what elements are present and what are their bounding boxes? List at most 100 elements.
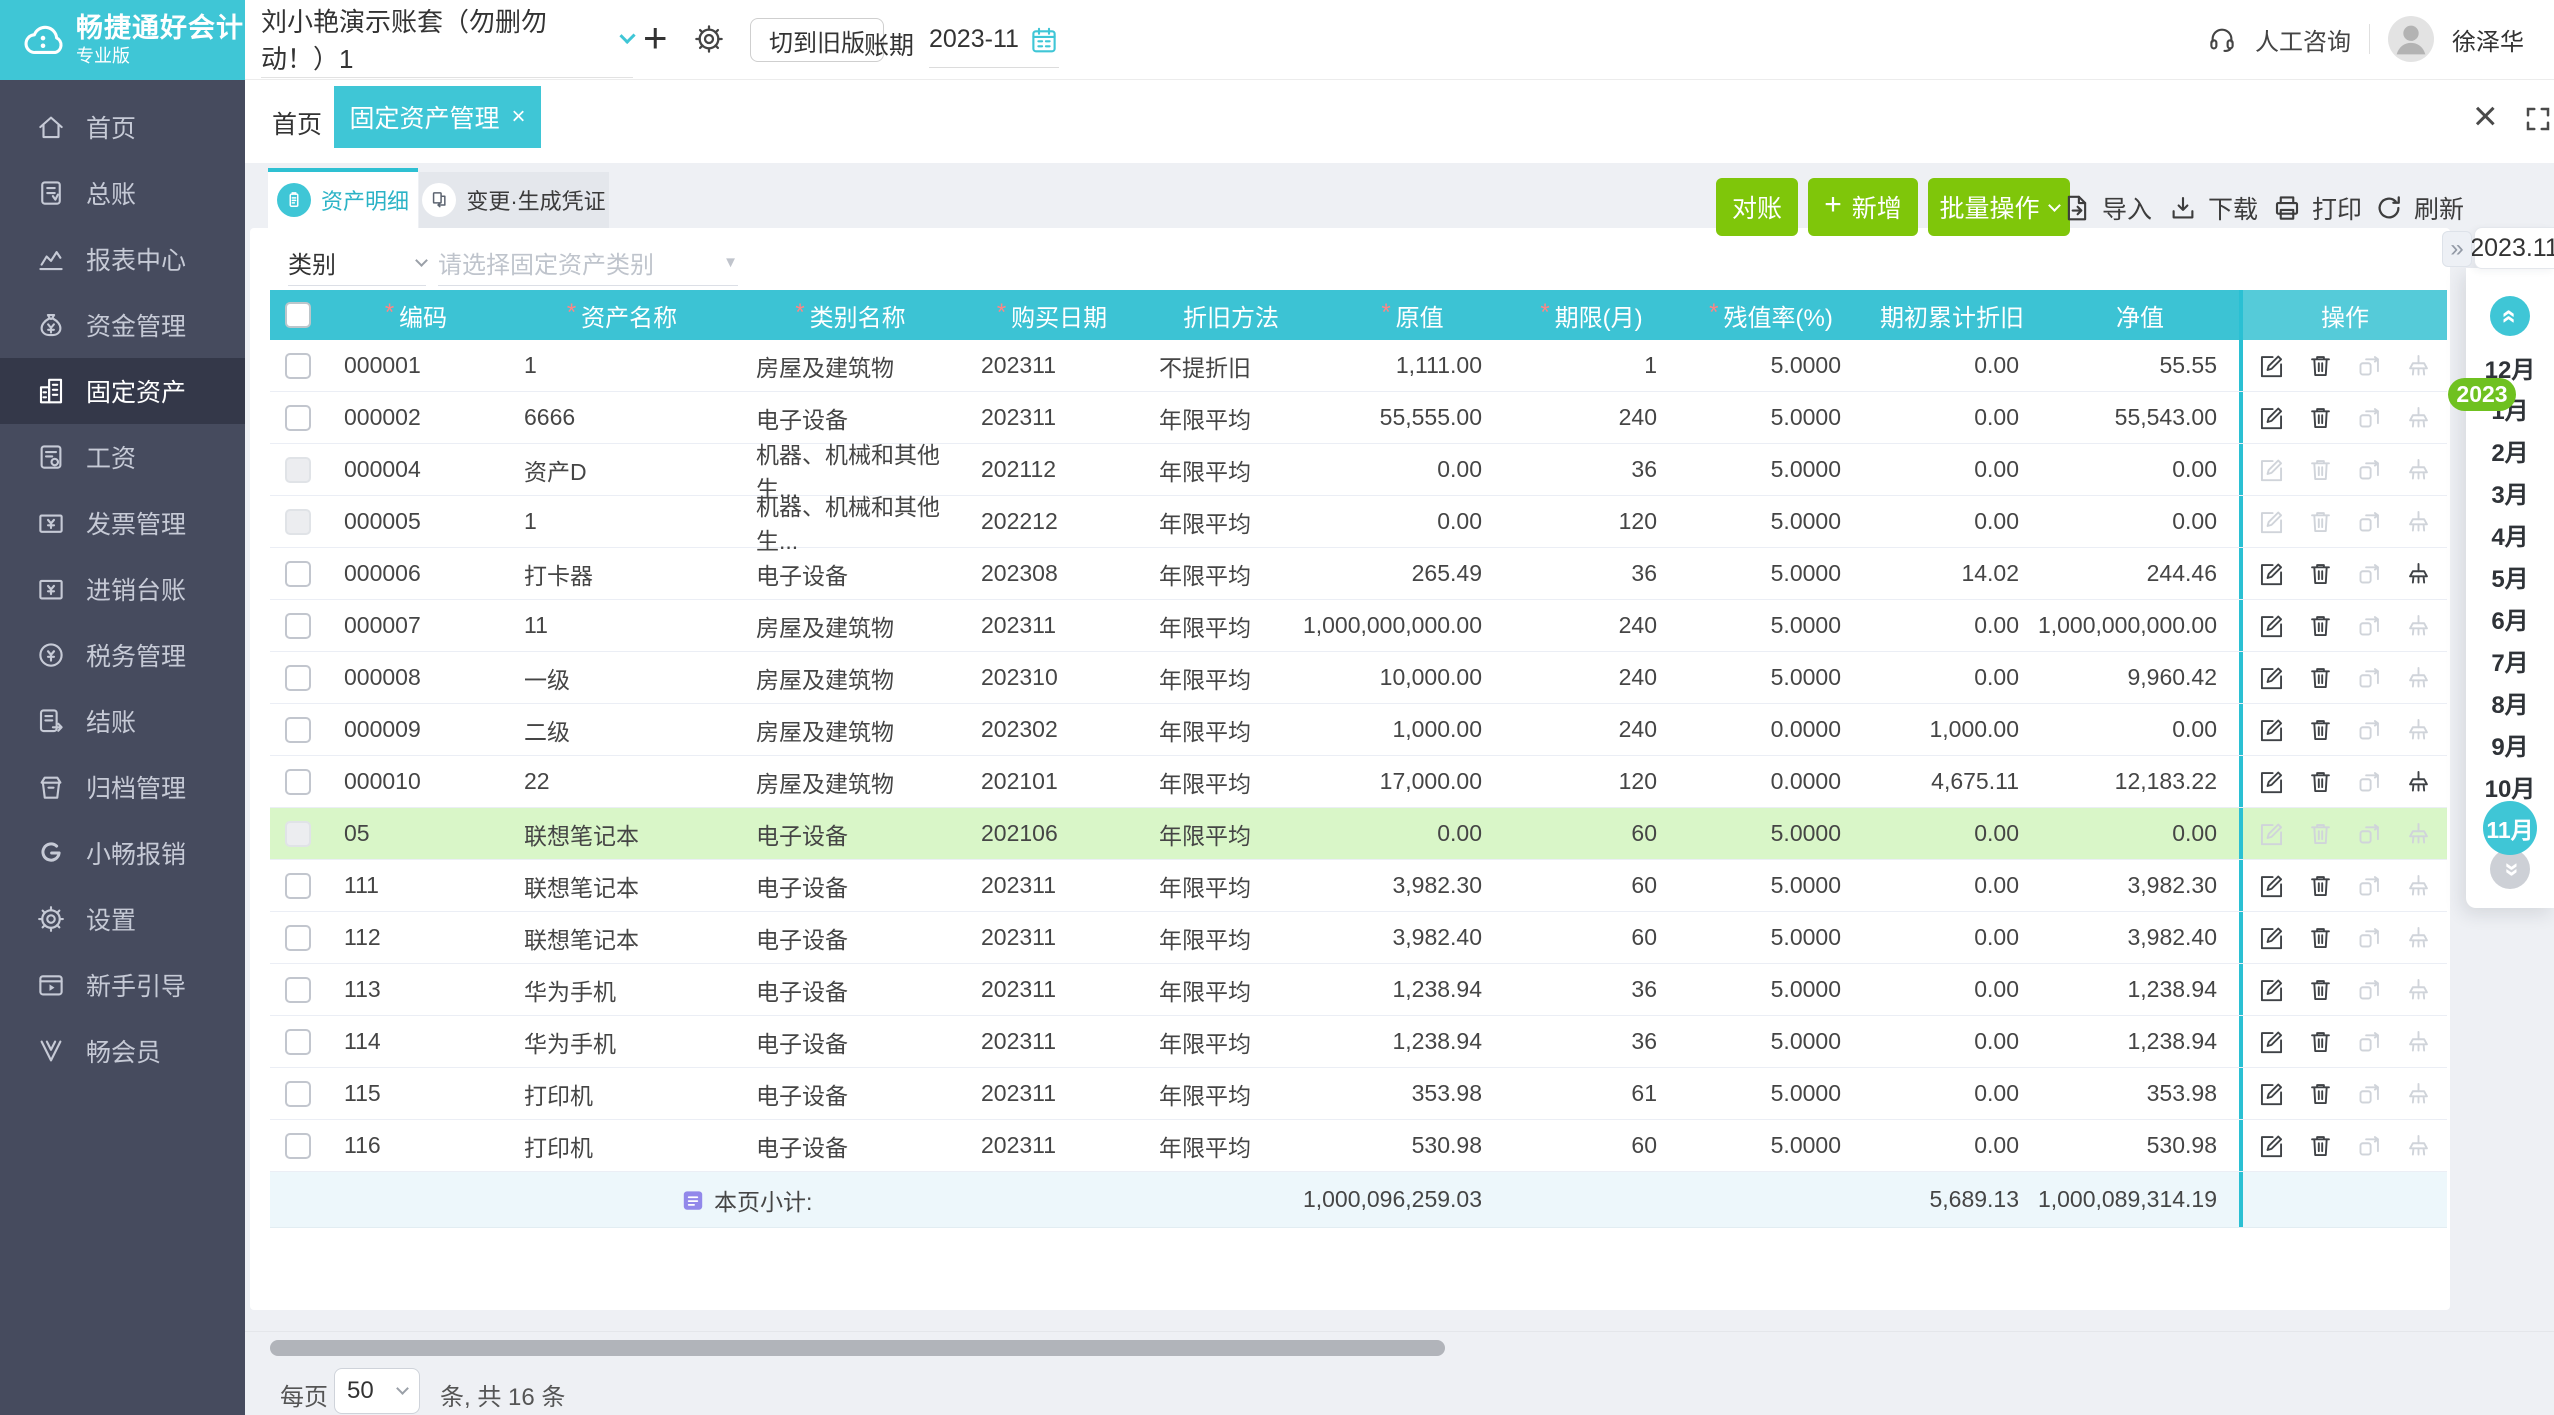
edit-icon[interactable]: [2258, 1080, 2285, 1107]
column-header[interactable]: 净值: [2041, 290, 2239, 340]
edit-icon[interactable]: [2258, 1028, 2285, 1055]
period-picker[interactable]: 2023-11: [929, 12, 1059, 68]
delete-icon[interactable]: [2307, 352, 2334, 379]
sidebar-item-salary[interactable]: 工资: [0, 424, 245, 490]
column-header[interactable]: * 编码: [326, 290, 506, 340]
edit-icon[interactable]: [2258, 664, 2285, 691]
delete-icon[interactable]: [2307, 664, 2334, 691]
row-checkbox[interactable]: [285, 976, 311, 1003]
row-checkbox[interactable]: [285, 612, 311, 639]
horizontal-scrollbar[interactable]: [270, 1340, 1445, 1356]
sidebar-item-tax[interactable]: 税务管理: [0, 622, 245, 688]
delete-icon[interactable]: [2307, 612, 2334, 639]
close-icon[interactable]: ×: [2473, 92, 2498, 140]
add-tab-button[interactable]: +: [643, 14, 668, 62]
edit-icon[interactable]: [2258, 404, 2285, 431]
edit-icon[interactable]: [2258, 612, 2285, 639]
column-header[interactable]: * 残值率(%): [1679, 290, 1863, 340]
month-item[interactable]: 8月: [2466, 686, 2554, 719]
delete-icon[interactable]: [2307, 404, 2334, 431]
subtab-asset-detail[interactable]: 资产明细: [268, 168, 418, 228]
fullscreen-icon[interactable]: [2523, 104, 2553, 139]
per-page-select[interactable]: 50: [334, 1368, 420, 1414]
month-item[interactable]: 9月: [2466, 728, 2554, 761]
sidebar-item-fund[interactable]: 资金管理: [0, 292, 245, 358]
column-header[interactable]: 操作: [2239, 290, 2447, 340]
collapse-panel-button[interactable]: »: [2442, 231, 2472, 267]
print-button[interactable]: 打印: [2272, 190, 2362, 226]
filter-field-select[interactable]: 类别: [288, 240, 428, 286]
sidebar-item-reimburse[interactable]: 小畅报销: [0, 820, 245, 886]
month-item[interactable]: 11月: [2483, 800, 2537, 855]
sidebar-item-settings[interactable]: 设置: [0, 886, 245, 952]
delete-icon[interactable]: [2307, 1080, 2334, 1107]
sidebar-item-ledger[interactable]: 总账: [0, 160, 245, 226]
sidebar-item-home[interactable]: 首页: [0, 94, 245, 160]
edit-icon[interactable]: [2258, 768, 2285, 795]
column-header[interactable]: * 资产名称: [506, 290, 738, 340]
sidebar-item-asset[interactable]: 固定资产: [0, 358, 245, 424]
month-item[interactable]: 5月: [2466, 561, 2554, 593]
scroll-up-button[interactable]: «: [2490, 296, 2530, 336]
sidebar-item-trade[interactable]: 进销台账: [0, 556, 245, 622]
delete-icon[interactable]: [2307, 560, 2334, 587]
column-header[interactable]: * 原值: [1321, 290, 1504, 340]
column-header[interactable]: 折旧方法: [1141, 290, 1321, 340]
column-header[interactable]: * 购买日期: [963, 290, 1141, 340]
delete-icon[interactable]: [2307, 1028, 2334, 1055]
sidebar-item-member[interactable]: 畅会员: [0, 1018, 245, 1084]
row-checkbox[interactable]: [285, 768, 311, 795]
tab-fixed-assets[interactable]: 固定资产管理 ×: [334, 86, 541, 148]
delete-icon[interactable]: [2307, 976, 2334, 1003]
gear-icon[interactable]: [693, 23, 725, 60]
sidebar-item-invoice[interactable]: 发票管理: [0, 490, 245, 556]
month-item[interactable]: 2月: [2466, 435, 2554, 467]
reconcile-button[interactable]: 对账: [1716, 178, 1798, 236]
month-item[interactable]: 4月: [2466, 519, 2554, 551]
delete-icon[interactable]: [2307, 1132, 2334, 1159]
delete-icon[interactable]: [2307, 716, 2334, 743]
row-checkbox[interactable]: [285, 716, 311, 743]
refresh-button[interactable]: 刷新: [2374, 190, 2464, 226]
row-checkbox[interactable]: [285, 924, 311, 951]
month-item[interactable]: 7月: [2466, 644, 2554, 677]
tab-close-icon[interactable]: ×: [512, 103, 526, 131]
sidebar-item-closing[interactable]: 结账: [0, 688, 245, 754]
tab-home[interactable]: 首页: [272, 105, 322, 141]
add-button[interactable]: + 新增: [1808, 178, 1918, 236]
column-header[interactable]: 期初累计折旧: [1863, 290, 2041, 340]
row-checkbox[interactable]: [285, 664, 311, 691]
delete-icon[interactable]: [2307, 872, 2334, 899]
row-checkbox[interactable]: [285, 1080, 311, 1107]
clean-icon[interactable]: [2405, 560, 2432, 587]
edit-icon[interactable]: [2258, 924, 2285, 951]
month-item[interactable]: 6月: [2466, 602, 2554, 635]
category-select[interactable]: 请选择固定资产类别 ▼: [438, 240, 738, 286]
account-selector[interactable]: 刘小艳演示账套（勿删勿动！）1: [261, 0, 636, 78]
sidebar-item-archive[interactable]: 归档管理: [0, 754, 245, 820]
sidebar-item-guide[interactable]: 新手引导: [0, 952, 245, 1018]
edit-icon[interactable]: [2258, 560, 2285, 587]
edit-icon[interactable]: [2258, 352, 2285, 379]
edit-icon[interactable]: [2258, 976, 2285, 1003]
batch-actions-button[interactable]: 批量操作: [1928, 178, 2070, 236]
delete-icon[interactable]: [2307, 768, 2334, 795]
row-checkbox[interactable]: [285, 1028, 311, 1055]
month-item[interactable]: 10月: [2466, 770, 2554, 803]
row-checkbox[interactable]: [285, 404, 311, 431]
row-checkbox[interactable]: [285, 872, 311, 899]
subtab-change-voucher[interactable]: 变更·生成凭证: [419, 172, 609, 228]
import-button[interactable]: 导入: [2062, 190, 2152, 226]
avatar[interactable]: [2388, 16, 2434, 62]
column-header[interactable]: * 类别名称: [738, 290, 963, 340]
delete-icon[interactable]: [2307, 924, 2334, 951]
row-checkbox[interactable]: [285, 560, 311, 587]
row-checkbox[interactable]: [285, 352, 311, 379]
edit-icon[interactable]: [2258, 872, 2285, 899]
scroll-down-button[interactable]: «: [2490, 849, 2530, 889]
support-link[interactable]: 人工咨询: [2255, 22, 2351, 57]
edit-icon[interactable]: [2258, 1132, 2285, 1159]
clean-icon[interactable]: [2405, 768, 2432, 795]
edit-icon[interactable]: [2258, 716, 2285, 743]
download-button[interactable]: 下载: [2168, 190, 2258, 226]
